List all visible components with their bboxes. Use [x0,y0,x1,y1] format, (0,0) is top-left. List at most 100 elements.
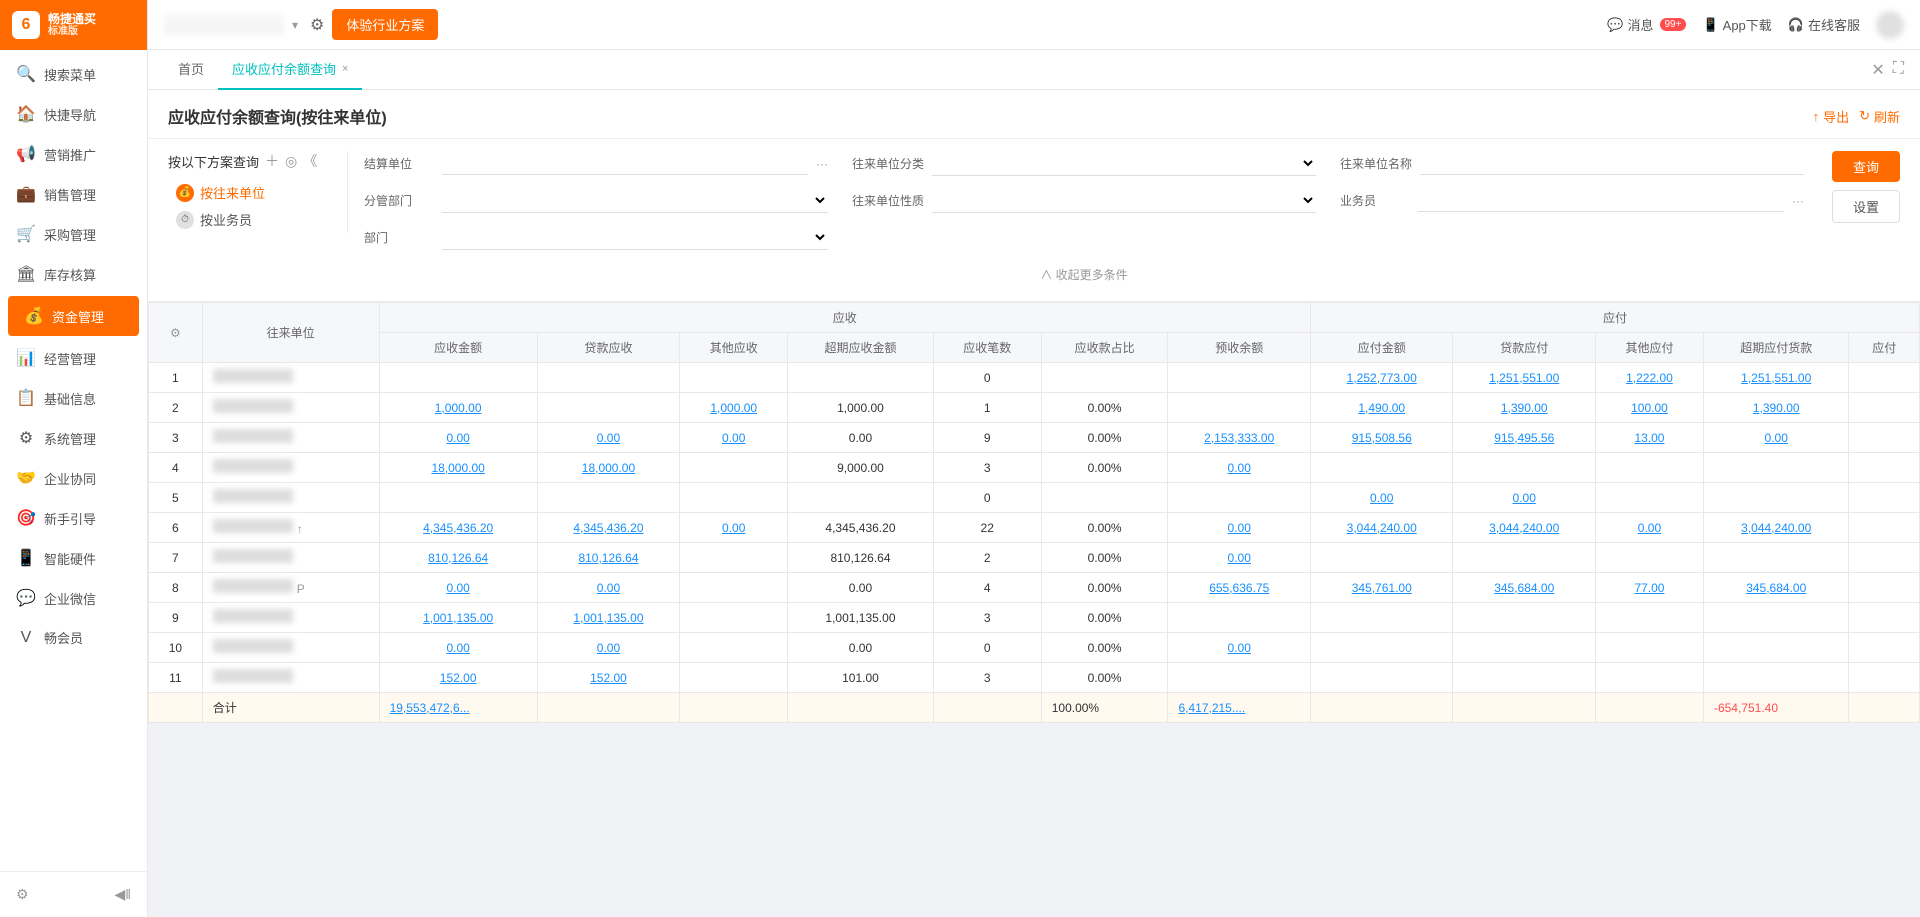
table-cell [1849,573,1920,603]
row-number: 6 [149,513,203,543]
sidebar-item-finance[interactable]: 💰 资金管理 [8,296,139,336]
department-select[interactable] [442,188,828,213]
sidebar-item-member[interactable]: V 畅会员 [0,618,147,657]
sidebar-item-purchase[interactable]: 🛒 采购管理 [0,214,147,254]
table-cell: 345,761.00 [1310,573,1453,603]
dept-select[interactable] [442,225,828,250]
settings-bottom-icon[interactable]: ⚙ [12,882,33,907]
sidebar-nav: 🔍 搜索菜单 🏠 快捷导航 📢 营销推广 💼 销售管理 🛒 采购管理 🏛 库存核… [0,50,147,871]
collapse-more-button[interactable]: ∧ 收起更多条件 [1040,266,1127,283]
table-cell [1595,543,1703,573]
collapse-sidebar-icon[interactable]: ◀‖ [110,882,135,907]
table-row: 500.000.00 [149,483,1920,513]
refresh-button[interactable]: ↻ 刷新 [1859,107,1900,126]
sidebar-item-enterprise[interactable]: 🤝 企业协同 [0,458,147,498]
online-service-button[interactable]: 🎧 在线客服 [1788,15,1860,34]
sidebar-item-operation[interactable]: 📊 经营管理 [0,338,147,378]
collapse-icon: ∧ [1040,268,1052,282]
table-cell: 4,345,436.20 [379,513,537,543]
partner-name-cell: ↑ [202,513,379,543]
table-cell [537,483,680,513]
settings-button[interactable]: 设置 [1832,190,1900,223]
sidebar-item-marketing[interactable]: 📢 营销推广 [0,134,147,174]
table-cell [1595,483,1703,513]
maximize-window-icon[interactable]: ⛶ [1893,60,1904,80]
sidebar-item-search[interactable]: 🔍 搜索菜单 [0,54,147,94]
summary-pay-amount [1310,693,1453,723]
table-cell: 0 [933,363,1041,393]
table-cell: 9 [933,423,1041,453]
summary-pay-loan [1453,693,1596,723]
messages-button[interactable]: 💬 消息 99+ [1607,15,1686,34]
table-cell: 3,044,240.00 [1310,513,1453,543]
table-row: 8P0.000.000.0040.00%655,636.75345,761.00… [149,573,1920,603]
table-container: ⚙ 往来单位 应收 应付 应收金额 贷款应收 其他应收 超期应收金额 应收笔数 … [148,302,1920,723]
scheme-option-partner[interactable]: 💰 按往来单位 [168,179,335,206]
table-cell [1849,663,1920,693]
sidebar-item-basic[interactable]: 📋 基础信息 [0,378,147,418]
table-row: 100.000.000.0000.00%0.00 [149,633,1920,663]
header-gear-icon[interactable]: ⚙ [310,15,324,35]
scheme-option-salesman[interactable]: ⏱ 按业务员 [168,206,335,233]
table-cell [1595,603,1703,633]
table-cell: 2,153,333.00 [1168,423,1311,453]
sidebar-item-wechat[interactable]: 💬 企业微信 [0,578,147,618]
col-rec-loan: 贷款应收 [537,333,680,363]
header-breadcrumb [164,15,284,35]
table-cell: 1,251,551.00 [1703,363,1849,393]
salesman-input[interactable] [1418,189,1784,212]
settlement-label: 结算单位 [364,155,434,172]
tab-home[interactable]: 首页 [164,50,218,90]
table-settings-icon[interactable]: ⚙ [170,326,181,340]
sidebar: 6 畅捷通买 标准版 🔍 搜索菜单 🏠 快捷导航 📢 营销推广 💼 销售管理 🛒… [0,0,148,917]
summary-rec-amount: 19,553,472,6... [379,693,537,723]
table-cell [379,363,537,393]
partner-name-cell [202,363,379,393]
row-number: 2 [149,393,203,423]
table-cell [680,363,788,393]
collapse-scheme-icon[interactable]: 《 [303,151,317,171]
salesman-ellipsis-icon[interactable]: ··· [1792,194,1804,208]
sidebar-item-inventory[interactable]: 🏛 库存核算 [0,254,147,294]
tab-close-icon[interactable]: × [342,63,348,75]
table-cell: 1,000.00 [379,393,537,423]
app-logo: 6 畅捷通买 标准版 [0,0,147,50]
trial-industry-button[interactable]: 体验行业方案 [332,9,438,40]
partner-nature-select[interactable] [932,188,1316,213]
scheme-partner-icon: 💰 [176,184,194,202]
close-window-icon[interactable]: ✕ [1871,60,1884,80]
table-cell: 0.00 [1453,483,1596,513]
sidebar-item-hardware[interactable]: 📱 智能硬件 [0,538,147,578]
sidebar-item-system[interactable]: ⚙ 系统管理 [0,418,147,458]
table-cell: 0.00 [1595,513,1703,543]
breadcrumb-dropdown-icon[interactable]: ▾ [292,18,298,32]
table-cell [1310,663,1453,693]
sidebar-item-guide[interactable]: 🎯 新手引导 [0,498,147,538]
settlement-input[interactable] [442,152,808,175]
summary-rec-prepay: 6,417,215.... [1168,693,1311,723]
app-download-button[interactable]: 📱 App下载 [1702,15,1771,34]
query-button[interactable]: 查询 [1832,151,1900,182]
partner-category-select[interactable] [932,151,1316,176]
page-title: 应收应付余额查询(按往来单位) [168,104,387,128]
main-content: 首页 应收应付余额查询 × ✕ ⛶ 应收应付余额查询(按往来单位) ↑ 导出 ↻… [148,0,1920,917]
sidebar-item-quicknav[interactable]: 🏠 快捷导航 [0,94,147,134]
partner-name-input[interactable] [1420,152,1804,175]
table-cell [1041,363,1168,393]
table-cell [1849,423,1920,453]
add-scheme-icon[interactable]: ＋ [265,151,279,171]
export-button[interactable]: ↑ 导出 [1813,107,1850,126]
settlement-ellipsis-icon[interactable]: ··· [816,157,828,171]
filter-field-partner-nature: 往来单位性质 [852,188,1316,213]
user-avatar[interactable] [1876,11,1904,39]
tabs-actions: ✕ ⛶ [1871,60,1904,80]
row-number: 7 [149,543,203,573]
table-cell [1168,483,1311,513]
table-cell: 345,684.00 [1453,573,1596,603]
row-number: 3 [149,423,203,453]
sidebar-item-sales[interactable]: 💼 销售管理 [0,174,147,214]
edit-scheme-icon[interactable]: ◎ [285,153,297,170]
tab-receivable-payable[interactable]: 应收应付余额查询 × [218,50,362,90]
department-label: 分管部门 [364,192,434,209]
table-cell: 655,636.75 [1168,573,1311,603]
